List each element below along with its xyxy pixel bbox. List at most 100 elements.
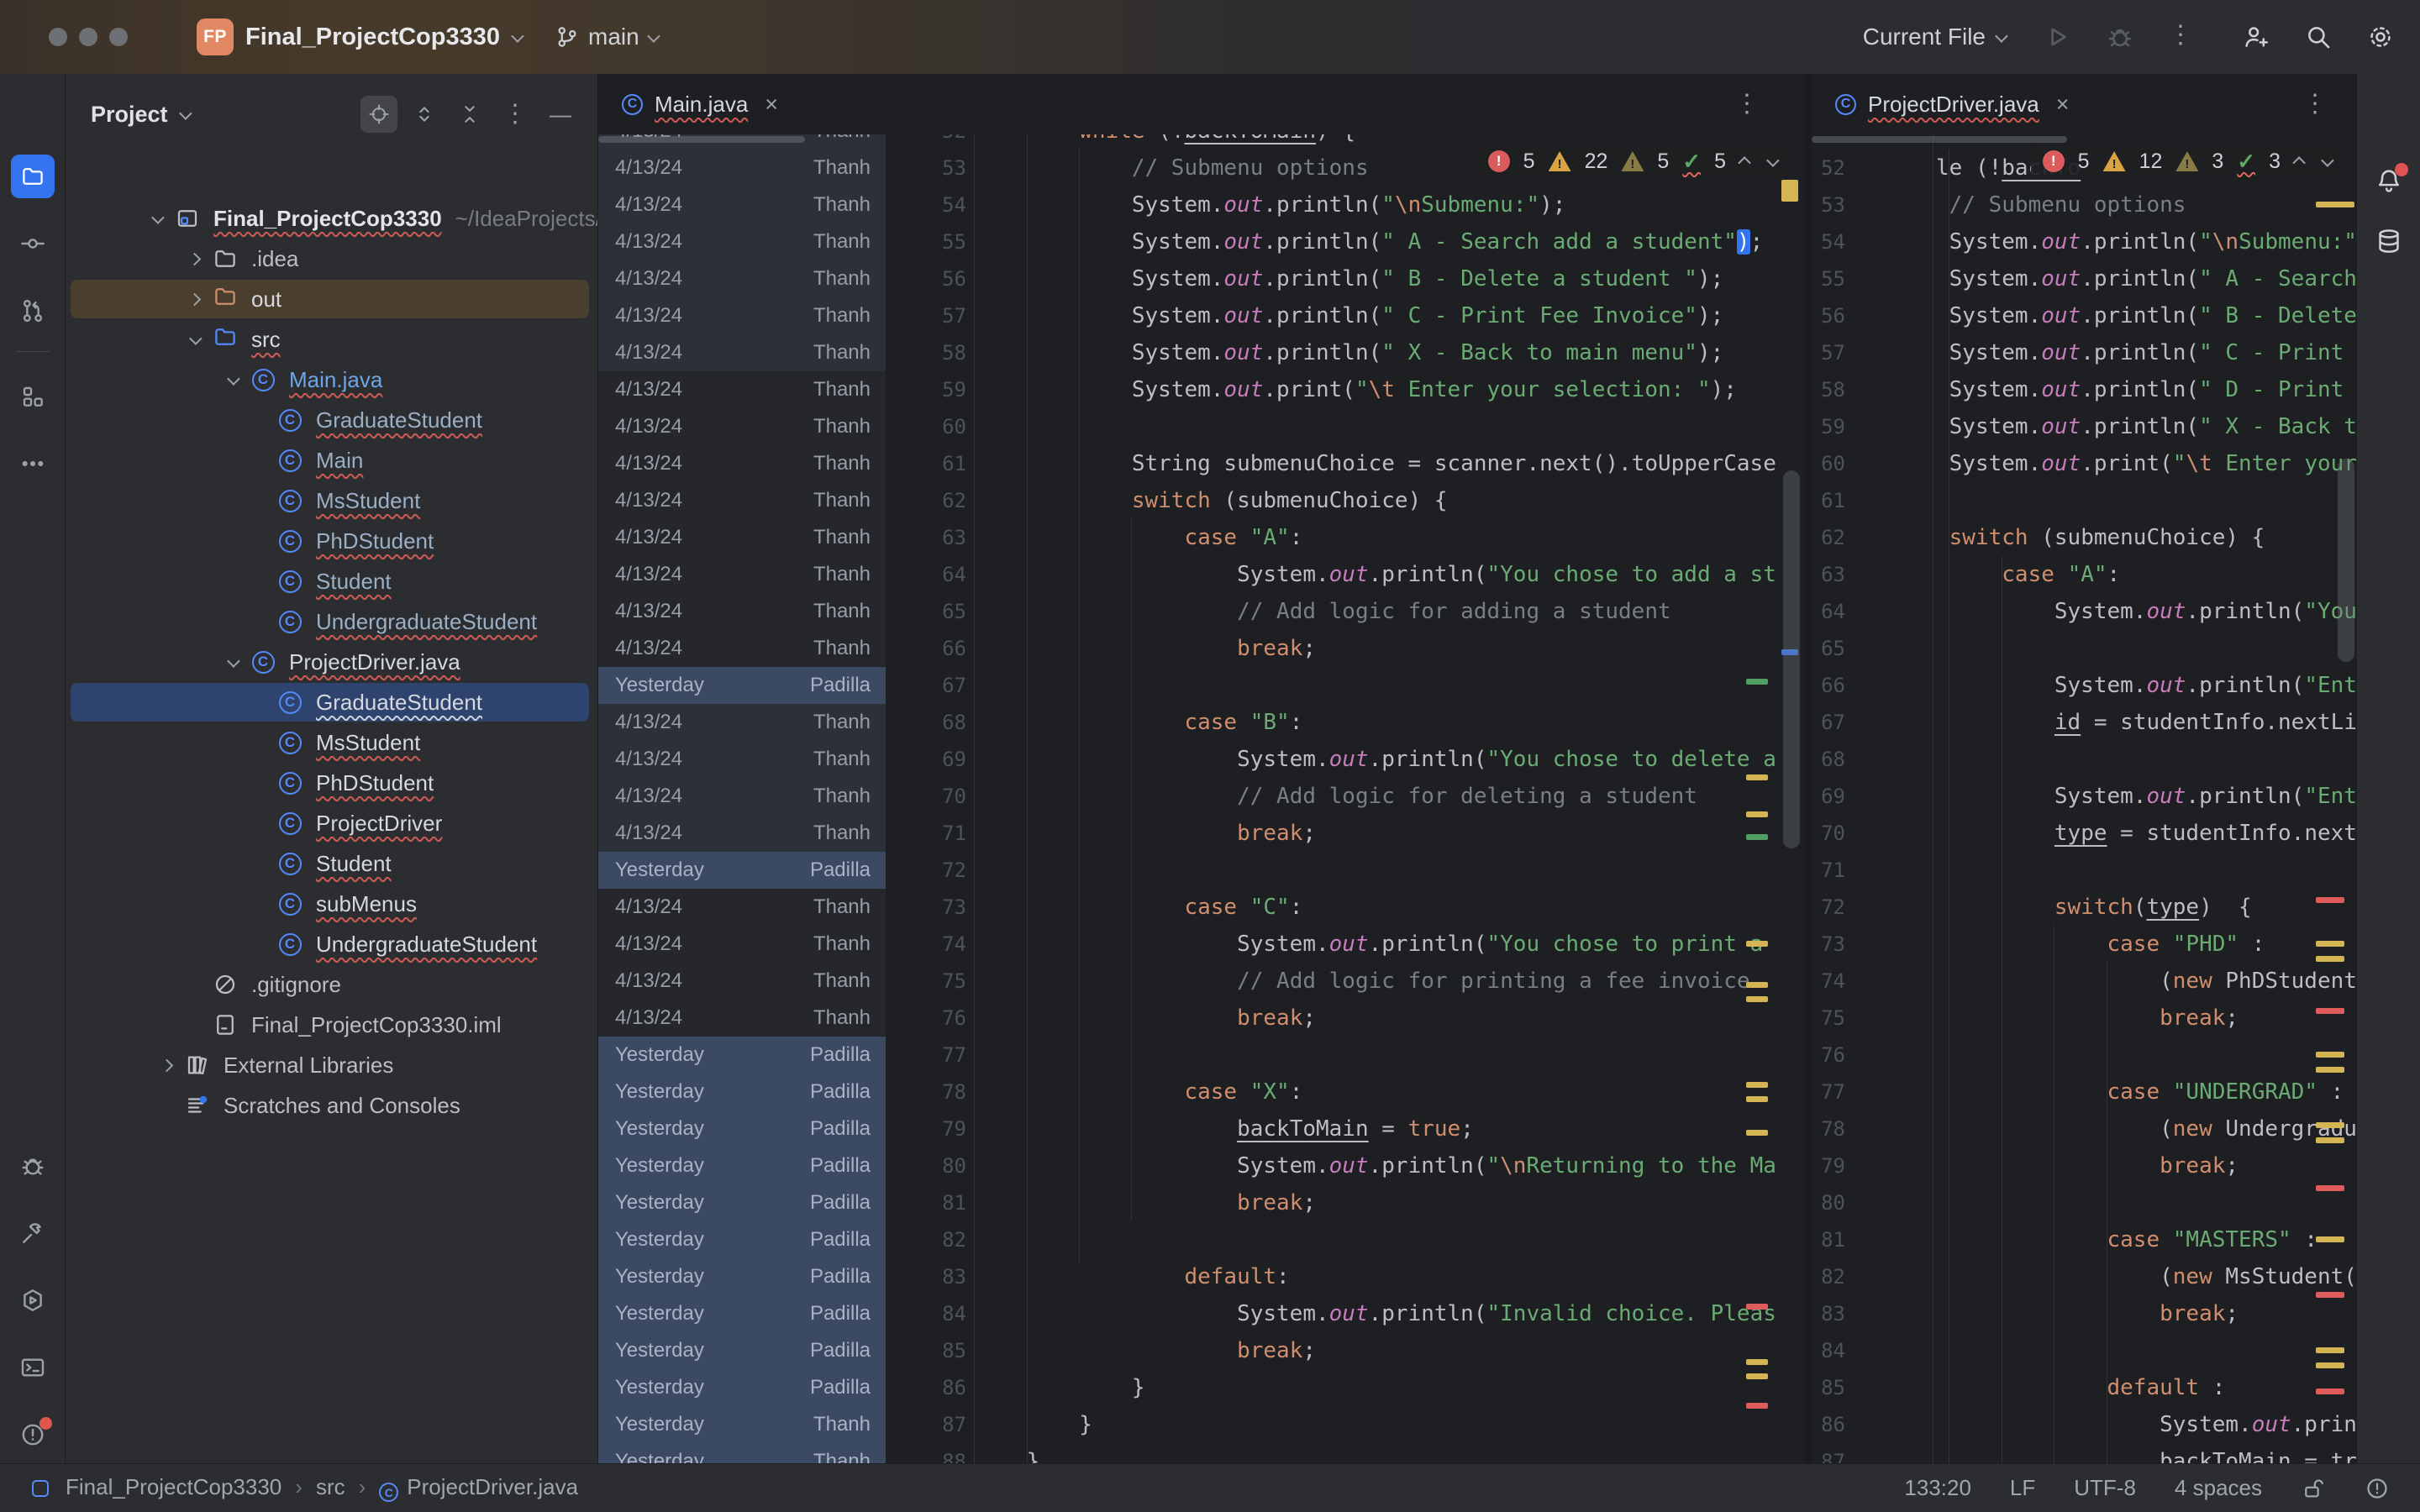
annotation-cell[interactable]: YesterdayPadilla <box>598 1110 886 1147</box>
code-line-75[interactable]: 4/13/24Thanh75 // Add logic for printing… <box>598 963 1805 1000</box>
tree-item-msstudent[interactable]: CMsStudent <box>66 480 597 521</box>
annotation-cell[interactable]: 4/13/24Thanh <box>598 889 886 926</box>
code-line-55[interactable]: 55 System.out.println(" A - Search <box>1812 260 2356 297</box>
code-line-78[interactable]: YesterdayPadilla78 case "X": <box>598 1074 1805 1110</box>
collapse-all-button[interactable] <box>451 96 488 133</box>
horizontal-scrollbar-thumb[interactable] <box>1812 136 2067 143</box>
chevron-right-icon[interactable] <box>177 295 211 304</box>
options-button[interactable]: ⋮ <box>497 96 534 133</box>
close-icon[interactable]: × <box>765 92 778 118</box>
code-line-65[interactable]: 65 <box>1812 630 2356 667</box>
annotation-cell[interactable]: YesterdayPadilla <box>598 1332 886 1369</box>
annotation-cell[interactable]: 4/13/24Thanh <box>598 1000 886 1037</box>
hide-button[interactable]: — <box>542 96 579 133</box>
code-line-61[interactable]: 61 <box>1812 482 2356 519</box>
code-line-74[interactable]: 74 (new PhDStudent <box>1812 963 2356 1000</box>
code-line-67[interactable]: 67 id = studentInfo.nextLi <box>1812 704 2356 741</box>
code-line-60[interactable]: 60 System.out.print("\t Enter your <box>1812 445 2356 482</box>
annotation-cell[interactable]: 4/13/24Thanh <box>598 150 886 186</box>
annotation-cell[interactable]: 4/13/24Thanh <box>598 445 886 482</box>
debug-button[interactable] <box>2106 23 2134 51</box>
annotation-cell[interactable]: YesterdayPadilla <box>598 1295 886 1332</box>
code-line-59[interactable]: 4/13/24Thanh59 System.out.print("\t Ente… <box>598 371 1805 408</box>
code-line-83[interactable]: YesterdayPadilla83 default: <box>598 1258 1805 1295</box>
code-line-62[interactable]: 4/13/24Thanh62 switch (submenuChoice) { <box>598 482 1805 519</box>
tree-item-src[interactable]: src <box>66 319 597 360</box>
vertical-scrollbar-thumb[interactable] <box>2338 459 2354 662</box>
line-separator-widget[interactable]: LF <box>2010 1475 2035 1501</box>
annotation-cell[interactable]: YesterdayPadilla <box>598 667 886 704</box>
tree-item-scratches-and-consoles[interactable]: Scratches and Consoles <box>66 1085 597 1126</box>
tree-item-out[interactable]: out <box>66 279 597 319</box>
annotation-cell[interactable]: 4/13/24Thanh <box>598 408 886 445</box>
chevron-right-icon[interactable] <box>177 255 211 264</box>
editor-splitter[interactable] <box>1805 74 1812 1463</box>
code-line-81[interactable]: 81 case "MASTERS" : <box>1812 1221 2356 1258</box>
annotation-cell[interactable]: 4/13/24Thanh <box>598 704 886 741</box>
code-line-71[interactable]: 4/13/24Thanh71 break; <box>598 815 1805 852</box>
horizontal-scrollbar-thumb[interactable] <box>598 136 805 143</box>
structure-tool-button[interactable] <box>19 383 46 410</box>
tree-item-final-projectcop3330[interactable]: Final_ProjectCop3330~/IdeaProjects/Fina <box>66 198 597 239</box>
breadcrumb-item[interactable]: src <box>316 1474 345 1499</box>
tree-item-graduatestudent[interactable]: CGraduateStudent <box>66 400 597 440</box>
annotation-cell[interactable]: YesterdayThanh <box>598 1443 886 1463</box>
code-line-68[interactable]: 68 <box>1812 741 2356 778</box>
code-line-73[interactable]: 4/13/24Thanh73 case "C": <box>598 889 1805 926</box>
annotation-cell[interactable]: 4/13/24Thanh <box>598 297 886 334</box>
code-line-63[interactable]: 63 case "A": <box>1812 556 2356 593</box>
code-line-70[interactable]: 4/13/24Thanh70 // Add logic for deleting… <box>598 778 1805 815</box>
annotation-cell[interactable]: 4/13/24Thanh <box>598 334 886 371</box>
annotation-cell[interactable]: 4/13/24Thanh <box>598 482 886 519</box>
next-problem-icon[interactable] <box>2321 154 2334 167</box>
code-line-76[interactable]: 76 <box>1812 1037 2356 1074</box>
annotation-cell[interactable]: 4/13/24Thanh <box>598 186 886 223</box>
annotation-cell[interactable]: 4/13/24Thanh <box>598 371 886 408</box>
code-line-75[interactable]: 75 break; <box>1812 1000 2356 1037</box>
chevron-down-icon[interactable] <box>179 107 192 120</box>
annotation-cell[interactable]: YesterdayPadilla <box>598 1037 886 1074</box>
code-line-72[interactable]: 72 switch(type) { <box>1812 889 2356 926</box>
code-line-85[interactable]: YesterdayPadilla85 break; <box>598 1332 1805 1369</box>
more-actions-button[interactable]: ⋮ <box>2168 23 2178 51</box>
code-line-80[interactable]: YesterdayPadilla80 System.out.println("\… <box>598 1147 1805 1184</box>
tree-item--idea[interactable]: .idea <box>66 239 597 279</box>
tree-item-main[interactable]: CMain <box>66 440 597 480</box>
annotation-cell[interactable]: 4/13/24Thanh <box>598 223 886 260</box>
annotation-cell[interactable]: 4/13/24Thanh <box>598 260 886 297</box>
editor-options-icon[interactable]: ⋮ <box>1734 89 1760 118</box>
tree-item-phdstudent[interactable]: CPhDStudent <box>66 521 597 561</box>
breadcrumb-item[interactable]: Final_ProjectCop3330 <box>66 1474 281 1499</box>
annotation-cell[interactable]: 4/13/24Thanh <box>598 815 886 852</box>
notifications-button[interactable] <box>2375 166 2403 195</box>
services-tool-button[interactable] <box>19 1287 46 1314</box>
code-line-78[interactable]: 78 (new Undergradu <box>1812 1110 2356 1147</box>
annotation-cell[interactable]: YesterdayThanh <box>598 1406 886 1443</box>
code-line-69[interactable]: 69 System.out.println("Ent <box>1812 778 2356 815</box>
code-line-74[interactable]: 4/13/24Thanh74 System.out.println("You c… <box>598 926 1805 963</box>
tree-item-phdstudent[interactable]: CPhDStudent <box>66 763 597 803</box>
code-line-80[interactable]: 80 <box>1812 1184 2356 1221</box>
code-line-66[interactable]: 66 System.out.println("Ent <box>1812 667 2356 704</box>
git-branch-widget[interactable]: main <box>555 24 657 50</box>
annotation-cell[interactable]: 4/13/24Thanh <box>598 556 886 593</box>
close-icon[interactable]: × <box>2056 92 2070 118</box>
tree-item-student[interactable]: CStudent <box>66 561 597 601</box>
annotation-cell[interactable]: YesterdayPadilla <box>598 1221 886 1258</box>
annotation-cell[interactable]: 4/13/24Thanh <box>598 963 886 1000</box>
tree-item-main-java[interactable]: CMain.java <box>66 360 597 400</box>
tree-item-projectdriver-java[interactable]: CProjectDriver.java <box>66 642 597 682</box>
chevron-down-icon[interactable] <box>139 214 173 223</box>
code-line-87[interactable]: YesterdayThanh87 } <box>598 1406 1805 1443</box>
commit-tool-button[interactable] <box>19 230 46 257</box>
code-line-77[interactable]: 77 case "UNDERGRAD" : <box>1812 1074 2356 1110</box>
tree-item-msstudent[interactable]: CMsStudent <box>66 722 597 763</box>
code-line-55[interactable]: 4/13/24Thanh55 System.out.println(" A - … <box>598 223 1805 260</box>
code-line-56[interactable]: 4/13/24Thanh56 System.out.println(" B - … <box>598 260 1805 297</box>
code-line-68[interactable]: 4/13/24Thanh68 case "B": <box>598 704 1805 741</box>
code-line-81[interactable]: YesterdayPadilla81 break; <box>598 1184 1805 1221</box>
annotation-cell[interactable]: YesterdayPadilla <box>598 1074 886 1110</box>
code-line-56[interactable]: 56 System.out.println(" B - Delete <box>1812 297 2356 334</box>
code-line-60[interactable]: 4/13/24Thanh60 <box>598 408 1805 445</box>
project-tool-button[interactable] <box>11 155 55 198</box>
